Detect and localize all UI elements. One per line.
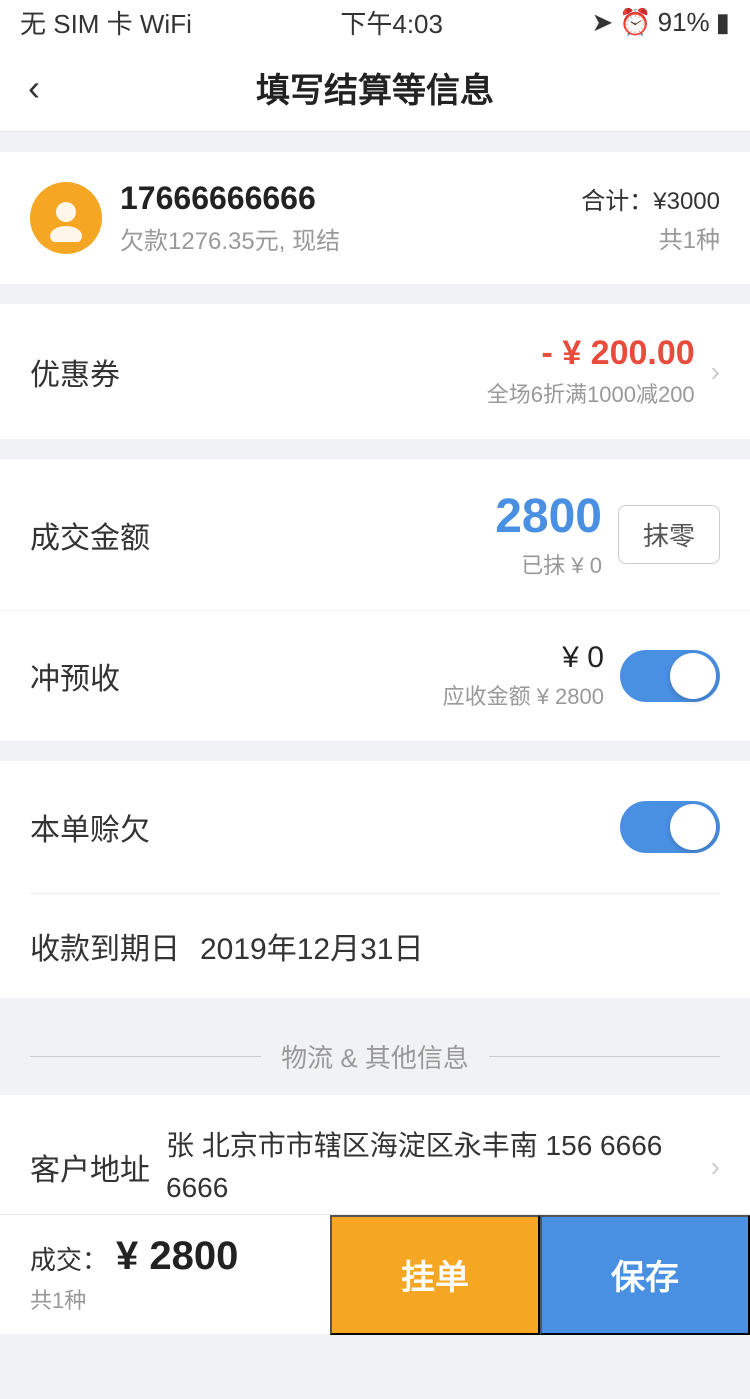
footer: 成交： ¥ 2800 共1种 挂单 保存 — [0, 1214, 750, 1334]
footer-count: 共1种 — [30, 1283, 300, 1315]
nav-bar: ‹ 填写结算等信息 — [0, 44, 750, 132]
address-chevron-icon: › — [711, 1151, 720, 1183]
footer-deal-amount: ¥ 2800 — [116, 1234, 238, 1279]
sep-line-left — [30, 1056, 261, 1057]
precharge-col: ¥ 0 应收金额 ¥ 2800 — [443, 641, 604, 711]
battery-icon: ▮ — [716, 7, 730, 38]
round-button[interactable]: 抹零 — [618, 505, 720, 564]
status-bar: 无 SIM 卡 WiFi 下午4:03 ➤ ⏰ 91% ▮ — [0, 0, 750, 44]
debt-row: 本单赊欠 — [0, 761, 750, 893]
customer-info-right: 合计：¥3000 共1种 — [581, 181, 720, 255]
customer-info-left: 17666666666 欠款1276.35元, 现结 — [30, 180, 340, 256]
battery-text: 91% — [658, 7, 710, 38]
debt-toggle[interactable] — [620, 801, 720, 853]
footer-left: 成交： ¥ 2800 共1种 — [0, 1234, 330, 1315]
due-date-value: 2019年12月31日 — [200, 924, 423, 968]
coupon-right: - ¥ 200.00 全场6折满1000减200 › — [487, 334, 720, 409]
precharge-toggle[interactable] — [620, 650, 720, 702]
precharge-row: 冲预收 ¥ 0 应收金额 ¥ 2800 — [0, 611, 750, 741]
deal-amount-label: 成交金额 — [30, 513, 150, 557]
save-button[interactable]: 保存 — [540, 1215, 750, 1335]
divider-1 — [0, 284, 750, 304]
coupon-label: 优惠券 — [30, 350, 120, 394]
total-count: 共1种 — [581, 220, 720, 255]
toggle-knob — [670, 653, 716, 699]
footer-deal-info: 成交： ¥ 2800 — [30, 1234, 300, 1279]
sep-line-right — [489, 1056, 720, 1057]
customer-card: 17666666666 欠款1276.35元, 现结 合计：¥3000 共1种 — [0, 152, 750, 284]
due-date-label: 收款到期日 — [30, 924, 180, 968]
debt-toggle-knob — [670, 804, 716, 850]
coupon-section: 优惠券 - ¥ 200.00 全场6折满1000减200 › — [0, 304, 750, 439]
address-value: 张 北京市市辖区海淀区永丰南 156 6666 6666 — [166, 1125, 695, 1209]
precharge-value: ¥ 0 — [443, 641, 604, 675]
user-phone: 17666666666 — [120, 180, 340, 217]
logistics-separator: 物流 & 其他信息 — [0, 1018, 750, 1095]
deal-amount-row: 成交金额 2800 已抹 ¥ 0 抹零 — [0, 459, 750, 611]
address-label: 客户地址 — [30, 1145, 150, 1189]
sim-text: 无 SIM 卡 WiFi — [20, 4, 192, 41]
debt-section: 本单赊欠 收款到期日 2019年12月31日 — [0, 761, 750, 998]
status-time: 下午4:03 — [340, 4, 443, 41]
total-label: 合计：¥3000 — [581, 181, 720, 216]
deal-amount-col: 2800 已抹 ¥ 0 — [495, 489, 602, 580]
footer-deal-label: 成交： — [30, 1240, 108, 1277]
deal-amount-right: 2800 已抹 ¥ 0 抹零 — [495, 489, 720, 580]
deal-amount-value: 2800 — [495, 489, 602, 544]
hang-button[interactable]: 挂单 — [330, 1215, 540, 1335]
avatar — [30, 182, 102, 254]
coupon-amount: - ¥ 200.00 — [487, 334, 695, 373]
status-right: ➤ ⏰ 91% ▮ — [591, 7, 730, 38]
deal-amount-sub: 已抹 ¥ 0 — [495, 548, 602, 580]
precharge-right: ¥ 0 应收金额 ¥ 2800 — [443, 641, 720, 711]
debt-label: 本单赊欠 — [30, 805, 150, 849]
precharge-label: 冲预收 — [30, 654, 120, 698]
logistics-label: 物流 & 其他信息 — [281, 1038, 469, 1075]
status-left: 无 SIM 卡 WiFi — [20, 4, 192, 41]
coupon-desc: 全场6折满1000减200 — [487, 377, 695, 409]
user-sub-text: 欠款1276.35元, 现结 — [120, 221, 340, 256]
coupon-chevron-icon: › — [711, 356, 720, 388]
location-icon: ➤ — [591, 7, 613, 38]
user-info: 17666666666 欠款1276.35元, 现结 — [120, 180, 340, 256]
alarm-icon: ⏰ — [619, 7, 651, 38]
back-button[interactable]: ‹ — [28, 67, 40, 109]
coupon-values: - ¥ 200.00 全场6折满1000减200 — [487, 334, 695, 409]
divider-2 — [0, 439, 750, 459]
due-date-row: 收款到期日 2019年12月31日 — [0, 894, 750, 998]
divider-4 — [0, 998, 750, 1018]
divider-3 — [0, 741, 750, 761]
page-title: 填写结算等信息 — [256, 63, 494, 112]
precharge-sub: 应收金额 ¥ 2800 — [443, 679, 604, 711]
coupon-row[interactable]: 优惠券 - ¥ 200.00 全场6折满1000减200 › — [0, 304, 750, 439]
deal-section: 成交金额 2800 已抹 ¥ 0 抹零 冲预收 ¥ 0 应收金额 ¥ 2800 — [0, 459, 750, 741]
